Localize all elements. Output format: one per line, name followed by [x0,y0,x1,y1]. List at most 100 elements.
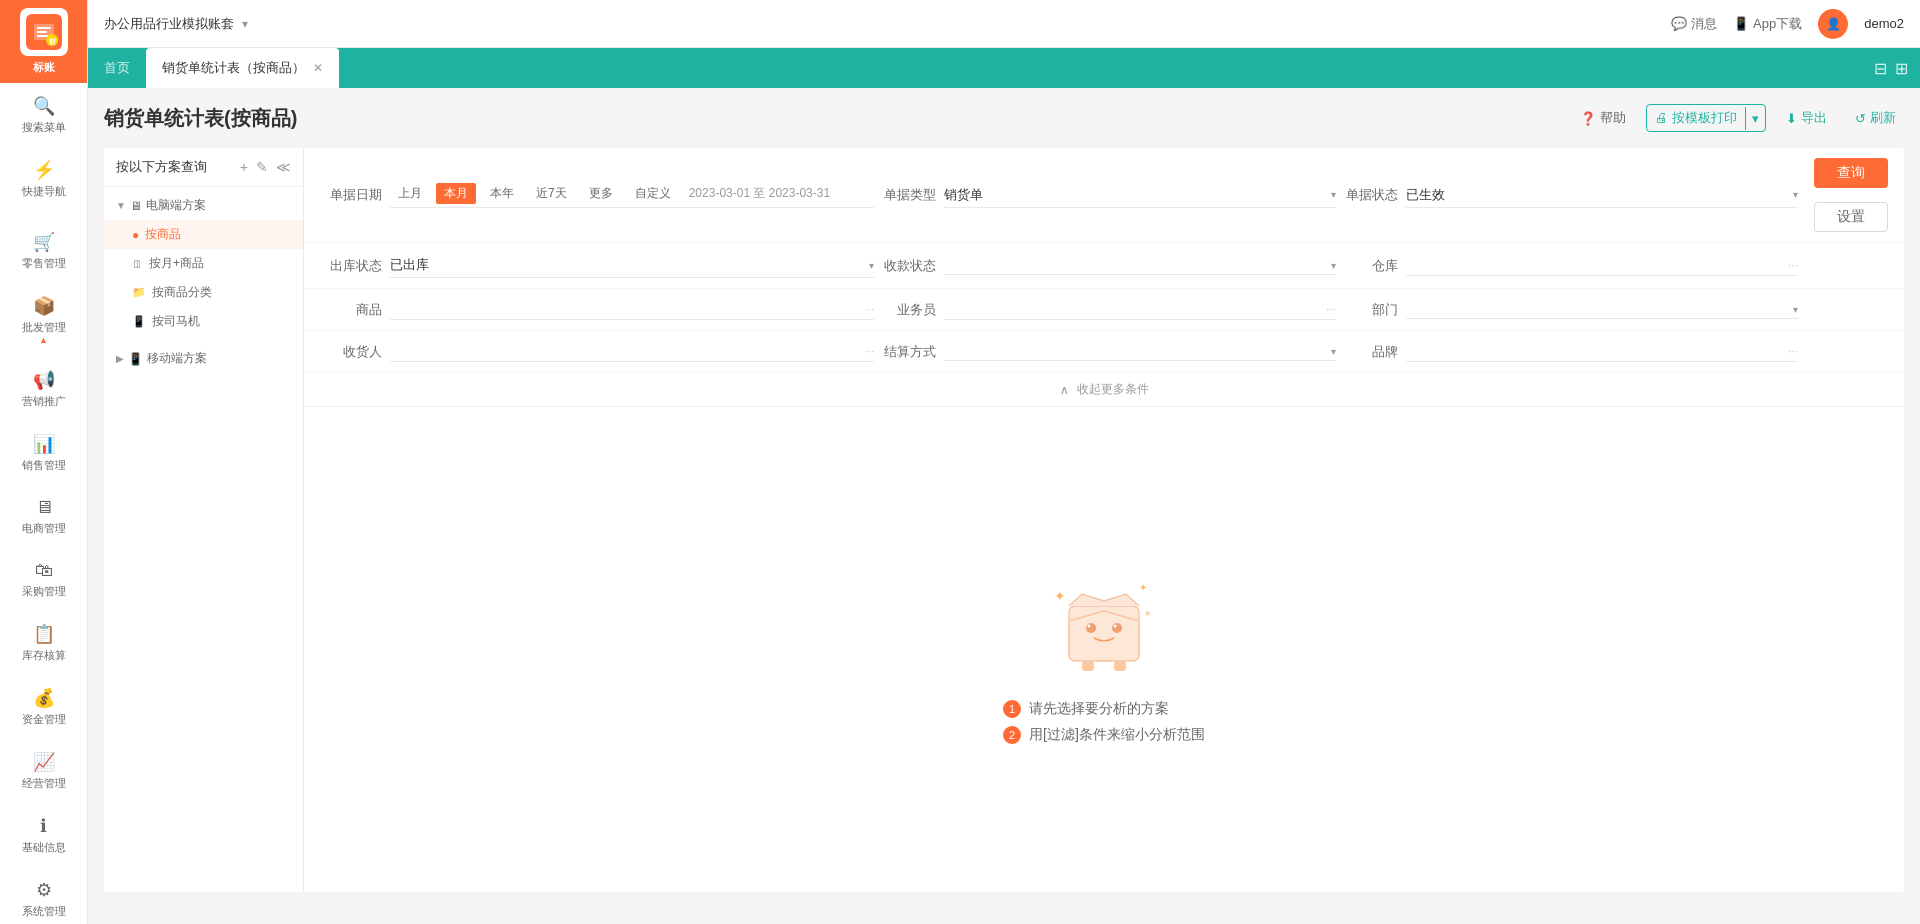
refresh-button[interactable]: ↺ 刷新 [1847,105,1904,131]
operations-icon: 📈 [33,751,55,773]
workspace-arrow-icon[interactable]: ▾ [242,17,248,31]
recipient-more-icon[interactable]: ··· [864,344,874,358]
print-button-group[interactable]: 🖨 按模板打印 ▾ [1646,104,1766,132]
scheme-item-by-month-product[interactable]: 🗓 按月+商品 [104,249,303,278]
svg-rect-9 [1114,661,1126,671]
product-more-icon[interactable]: ··· [864,302,874,316]
date-tab-last-month[interactable]: 上月 [390,183,430,204]
tab-sales-stats[interactable]: 销货单统计表（按商品） ✕ [146,48,339,88]
doc-status-select[interactable]: 已生效 ▾ [1406,183,1798,208]
edit-scheme-button[interactable]: ✎ [256,159,268,175]
maximize-icon[interactable]: ⊞ [1895,59,1908,78]
recipient-select[interactable]: ··· [390,341,874,362]
doc-type-select[interactable]: 销货单 ▾ [944,183,1336,208]
scheme-group-pc: ▼ 🖥 电脑端方案 ● 按商品 🗓 按月+商品 [104,187,303,340]
date-tab-this-month[interactable]: 本月 [436,183,476,204]
tab-close-icon[interactable]: ✕ [313,61,323,75]
scheme-group-pc-header[interactable]: ▼ 🖥 电脑端方案 [104,191,303,220]
date-tab-7days[interactable]: 近7天 [528,183,575,204]
by-product-label: 按商品 [145,226,181,243]
setting-button[interactable]: 设置 [1814,202,1888,232]
message-button[interactable]: 💬 消息 [1671,15,1717,33]
marketing-icon: 📢 [33,369,55,391]
settlement-label: 结算方式 [874,343,944,361]
product-select[interactable]: ··· [390,299,874,320]
warehouse-more-icon[interactable]: ··· [1788,258,1798,272]
department-label: 部门 [1336,301,1406,319]
page-actions: ❓ 帮助 🖨 按模板打印 ▾ ⬇ 导出 ↺ 刷新 [1572,104,1904,132]
category-scheme-icon: 📁 [132,286,146,299]
recipient-label: 收货人 [320,343,390,361]
add-scheme-button[interactable]: + [240,159,248,175]
workspace-name: 办公用品行业模拟账套 [104,15,234,33]
sidebar-item-ecommerce[interactable]: 🖥 电商管理 [0,485,87,548]
basic-icon: ℹ [40,815,47,837]
warehouse-status-select[interactable]: 已出库 ▾ [390,253,874,278]
sidebar-item-basic[interactable]: ℹ 基础信息 [0,803,87,867]
sidebar-item-retail[interactable]: 🛒 零售管理 [0,219,87,283]
department-select[interactable]: ▾ [1406,301,1798,319]
sidebar-item-operations[interactable]: 📈 经营管理 [0,739,87,803]
empty-steps: 1 请先选择要分析的方案 2 用[过滤]条件来缩小分析范围 [1003,700,1205,744]
salesperson-label: 业务员 [874,301,944,319]
sidebar-item-wholesale[interactable]: 📦 批发管理 ▲ [0,283,87,357]
ecommerce-icon: 🖥 [35,497,53,518]
scheme-group-mobile-header[interactable]: ▶ 📱 移动端方案 [104,344,303,373]
scheme-actions: + ✎ ≪ [240,159,291,175]
minimize-icon[interactable]: ⊟ [1874,59,1887,78]
scheme-item-by-product[interactable]: ● 按商品 [104,220,303,249]
logo-area[interactable]: 财 标账 [0,0,87,83]
by-category-label: 按商品分类 [152,284,212,301]
month-scheme-icon: 🗓 [132,258,143,270]
sidebar-item-finance[interactable]: 💰 资金管理 [0,675,87,739]
date-tab-more[interactable]: 更多 [581,183,621,204]
doc-status-value: 已生效 [1406,186,1445,204]
tab-home[interactable]: 首页 [88,48,146,88]
sidebar-item-marketing[interactable]: 📢 营销推广 [0,357,87,421]
finance-icon: 💰 [33,687,55,709]
device-scheme-icon: 📱 [132,315,146,328]
scheme-item-by-category[interactable]: 📁 按商品分类 [104,278,303,307]
user-avatar[interactable]: 👤 [1818,9,1848,39]
user-name[interactable]: demo2 [1864,16,1904,31]
print-icon: 🖨 [1655,110,1668,125]
salesperson-more-icon[interactable]: ··· [1326,302,1336,316]
app-download-button[interactable]: 📱 App下载 [1733,15,1802,33]
two-panel: 按以下方案查询 + ✎ ≪ ▼ 🖥 电脑端方案 [104,148,1904,892]
message-label: 消息 [1691,15,1717,33]
brand-more-icon[interactable]: ··· [1788,344,1798,358]
pc-scheme-icon: 🖥 [130,199,142,213]
payment-status-select[interactable]: ▾ [944,257,1336,275]
filter-panel: 单据日期 上月 本月 本年 近7天 更多 自定义 2023-03-01 至 20… [304,148,1904,892]
avatar-image: 👤 [1826,17,1841,31]
logo-text: 标账 [33,60,55,75]
sidebar-item-purchase[interactable]: 🛍 采购管理 [0,548,87,611]
svg-text:★: ★ [1144,609,1151,618]
sidebar-item-system[interactable]: ⚙ 系统管理 [0,867,87,924]
export-button[interactable]: ⬇ 导出 [1778,105,1835,131]
help-button[interactable]: ❓ 帮助 [1572,105,1634,131]
brand-select[interactable]: ··· [1406,341,1798,362]
settlement-select[interactable]: ▾ [944,343,1336,361]
date-tab-this-year[interactable]: 本年 [482,183,522,204]
content-card: 按以下方案查询 + ✎ ≪ ▼ 🖥 电脑端方案 [104,148,1904,892]
print-button[interactable]: 🖨 按模板打印 [1647,105,1745,131]
svg-text:财: 财 [47,37,56,45]
sidebar-item-search[interactable]: 🔍 搜索菜单 [0,83,87,147]
purchase-icon: 🛍 [35,560,53,581]
date-tab-custom[interactable]: 自定义 [627,183,679,204]
query-button[interactable]: 查询 [1814,158,1888,188]
sidebar-item-quick-nav[interactable]: ⚡ 快捷导航 [0,147,87,211]
top-header: 办公用品行业模拟账套 ▾ 💬 消息 📱 App下载 👤 demo2 [88,0,1920,48]
sidebar-item-inventory[interactable]: 📋 库存核算 [0,611,87,675]
salesperson-select[interactable]: ··· [944,299,1336,320]
scheme-header: 按以下方案查询 + ✎ ≪ [104,148,303,187]
scheme-item-by-device[interactable]: 📱 按司马机 [104,307,303,336]
print-dropdown-arrow[interactable]: ▾ [1745,107,1765,130]
collapse-filters-button[interactable]: ∧ 收起更多条件 [304,373,1904,407]
collapse-scheme-button[interactable]: ≪ [276,159,291,175]
warehouse-select[interactable]: ··· [1406,255,1798,276]
sidebar-item-sales[interactable]: 📊 销售管理 [0,421,87,485]
doc-status-label: 单据状态 [1336,186,1406,204]
retail-icon: 🛒 [33,231,55,253]
